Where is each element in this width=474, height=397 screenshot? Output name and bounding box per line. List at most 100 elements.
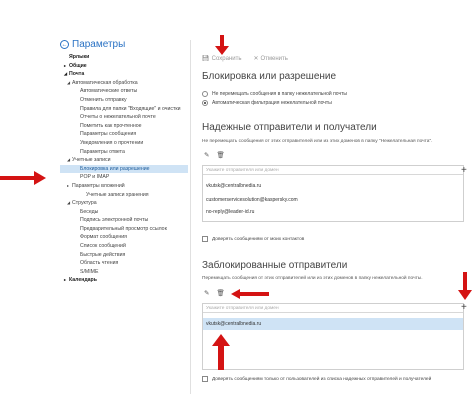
settings-sidebar: ← Параметры Ярлыки ▸ Общие ◢ Почта ◢ Автоматич…	[0, 0, 190, 397]
radio-auto-filter[interactable]: Автоматическая фильтрация нежелательной …	[202, 100, 332, 106]
toolbar: 💾︎ Сохранить ✕ Отменить	[202, 55, 288, 62]
sidebar-item[interactable]: ▸ Календарь	[60, 276, 188, 285]
safe-senders-heading: Надежные отправители и получатели	[202, 122, 377, 133]
sidebar-item[interactable]: ◢ Почта	[60, 70, 188, 79]
annotation-arrow-left	[231, 289, 269, 299]
sidebar-item[interactable]: S/MIME	[60, 268, 188, 277]
radio-button-selected[interactable]	[202, 100, 208, 106]
collapse-arrow-icon[interactable]: ◢	[67, 199, 70, 208]
sidebar-item[interactable]: Формат сообщения	[60, 233, 188, 242]
sidebar-item-label: Формат сообщения	[80, 234, 127, 241]
pencil-icon[interactable]: ✎	[204, 151, 209, 159]
blocked-senders-description: Перемещать сообщения от этих отправителе…	[202, 276, 423, 281]
settings-nav: Ярлыки ▸ Общие ◢ Почта ◢ Автоматическая обрабо…	[60, 53, 188, 285]
sidebar-item-label: Почта	[69, 71, 85, 78]
safe-senders-list: Укажите отправителя или домен vkutsk@cen…	[202, 165, 464, 222]
page-title: Блокировка или разрешение	[202, 71, 337, 82]
expand-arrow-icon[interactable]: ▸	[67, 182, 69, 191]
sidebar-item-label: Область чтения	[80, 260, 119, 267]
sidebar-item[interactable]: Список сообщений	[60, 242, 188, 251]
radio-no-move[interactable]: Не перемещать сообщения в папку нежелате…	[202, 91, 347, 97]
back-button[interactable]: ← Параметры	[60, 39, 125, 50]
sidebar-item[interactable]: Подпись электронной почты	[60, 216, 188, 225]
sidebar-item[interactable]: ▸ Параметры вложений	[60, 182, 188, 191]
blocked-senders-list: Укажите отправителя или домен vkutsk@cen…	[202, 303, 464, 370]
sidebar-item-label: Общие	[69, 62, 87, 69]
sidebar-item[interactable]: Пометить как прочтенное	[60, 122, 188, 131]
safe-senders-description: Не перемещать сообщения от этих отправит…	[202, 139, 433, 144]
collapse-arrow-icon[interactable]: ◢	[67, 156, 70, 165]
sidebar-item[interactable]: Ярлыки	[60, 53, 188, 62]
sidebar-item[interactable]: Отчеты о нежелательной почте	[60, 113, 188, 122]
sidebar-item-label: Пометить как прочтенное	[80, 122, 142, 129]
settings-title: Параметры	[72, 39, 126, 50]
trust-safe-only-checkbox[interactable]: Доверять сообщениям только от пользовате…	[202, 376, 431, 382]
plus-icon[interactable]: +	[461, 302, 467, 313]
blocked-senders-heading: Заблокированные отправители	[202, 260, 348, 271]
sidebar-item-label: Правила для папки "Входящие" и очистки	[80, 105, 181, 112]
expand-arrow-icon[interactable]: ▸	[64, 276, 66, 285]
sidebar-item-label: Параметры ответа	[80, 148, 125, 155]
sidebar-item[interactable]: Правила для папки "Входящие" и очистки	[60, 105, 188, 114]
expand-arrow-icon[interactable]: ▸	[64, 62, 66, 71]
safe-senders-input[interactable]: Укажите отправителя или домен	[203, 166, 463, 175]
list-item[interactable]: customerservicesolution@kaspersky.com	[203, 197, 301, 203]
annotation-arrow-down	[458, 272, 472, 300]
annotation-arrow-up	[212, 334, 230, 370]
sidebar-item-label: Структура	[72, 200, 97, 207]
safe-senders-actions: ✎ 🗑︎	[204, 151, 225, 159]
sidebar-item[interactable]: Учетные записи хранения	[60, 191, 188, 200]
sidebar-item-label: Календарь	[69, 277, 97, 284]
checkbox[interactable]	[202, 236, 208, 242]
sidebar-item[interactable]: ◢ Автоматическая обработка	[60, 79, 188, 88]
sidebar-item-label: Предварительный просмотр ссылок	[80, 225, 167, 232]
sidebar-item[interactable]: Беседы	[60, 208, 188, 217]
cancel-button[interactable]: ✕ Отменить	[253, 55, 287, 62]
sidebar-item-label: Автоматические ответы	[80, 88, 138, 95]
trash-icon[interactable]: 🗑︎	[216, 151, 224, 159]
sidebar-item[interactable]: Блокировка или разрешение	[60, 164, 188, 174]
sidebar-item-label: Подпись электронной почты	[80, 217, 149, 224]
list-item[interactable]: no-reply@leader-id.ru	[203, 209, 257, 215]
trash-icon[interactable]: 🗑︎	[216, 289, 224, 297]
save-button[interactable]: 💾︎ Сохранить	[202, 55, 241, 62]
collapse-arrow-icon[interactable]: ◢	[64, 70, 67, 79]
blocked-senders-actions: ✎ 🗑︎	[204, 289, 225, 297]
sidebar-item[interactable]: Отменить отправку	[60, 96, 188, 105]
collapse-arrow-icon[interactable]: ◢	[67, 79, 70, 88]
sidebar-item[interactable]: Быстрые действия	[60, 251, 188, 260]
radio-button[interactable]	[202, 91, 208, 97]
pencil-icon[interactable]: ✎	[204, 289, 209, 297]
sidebar-item[interactable]: Область чтения	[60, 259, 188, 268]
sidebar-item[interactable]: Параметры сообщения	[60, 130, 188, 139]
trust-contacts-checkbox[interactable]: Доверять сообщениям от моих контактов	[202, 236, 304, 242]
checkbox[interactable]	[202, 376, 208, 382]
sidebar-item[interactable]: POP и IMAP	[60, 173, 188, 182]
sidebar-item[interactable]: Параметры ответа	[60, 148, 188, 157]
sidebar-item[interactable]: ◢ Структура	[60, 199, 188, 208]
sidebar-item-label: Ярлыки	[69, 54, 90, 60]
sidebar-item-label: Параметры вложений	[72, 182, 125, 189]
sidebar-item-label: POP и IMAP	[80, 174, 110, 181]
sidebar-item[interactable]: Предварительный просмотр ссылок	[60, 225, 188, 234]
floppy-disk-icon: 💾︎	[202, 56, 210, 62]
sidebar-item[interactable]: ▸ Общие	[60, 62, 188, 71]
plus-icon[interactable]: +	[461, 165, 467, 176]
sidebar-item-label: Автоматическая обработка	[72, 79, 138, 86]
x-icon: ✕	[253, 56, 259, 62]
sidebar-item[interactable]: ◢ Учетные записи	[60, 156, 188, 165]
sidebar-item[interactable]: Автоматические ответы	[60, 87, 188, 96]
list-item[interactable]: vkutsk@centralbnedia.ru	[203, 183, 264, 189]
sidebar-item-label: Быстрые действия	[80, 251, 126, 258]
sidebar-item-label: Учетные записи	[72, 157, 111, 164]
sidebar-item-label: Учетные записи хранения	[86, 191, 149, 198]
sidebar-item-label: Отчеты о нежелательной почте	[80, 114, 156, 121]
annotation-arrow-right	[0, 171, 46, 185]
sidebar-item-label: Список сообщений	[80, 243, 126, 250]
sidebar-item-label: Уведомления о прочтении	[80, 139, 144, 146]
sidebar-item-label: Беседы	[80, 208, 99, 215]
blocked-senders-input[interactable]: Укажите отправителя или домен	[203, 304, 463, 313]
back-arrow-icon: ←	[60, 40, 69, 49]
list-item[interactable]: vkutsk@centralbnedia.ru	[203, 318, 463, 330]
sidebar-item[interactable]: Уведомления о прочтении	[60, 139, 188, 148]
